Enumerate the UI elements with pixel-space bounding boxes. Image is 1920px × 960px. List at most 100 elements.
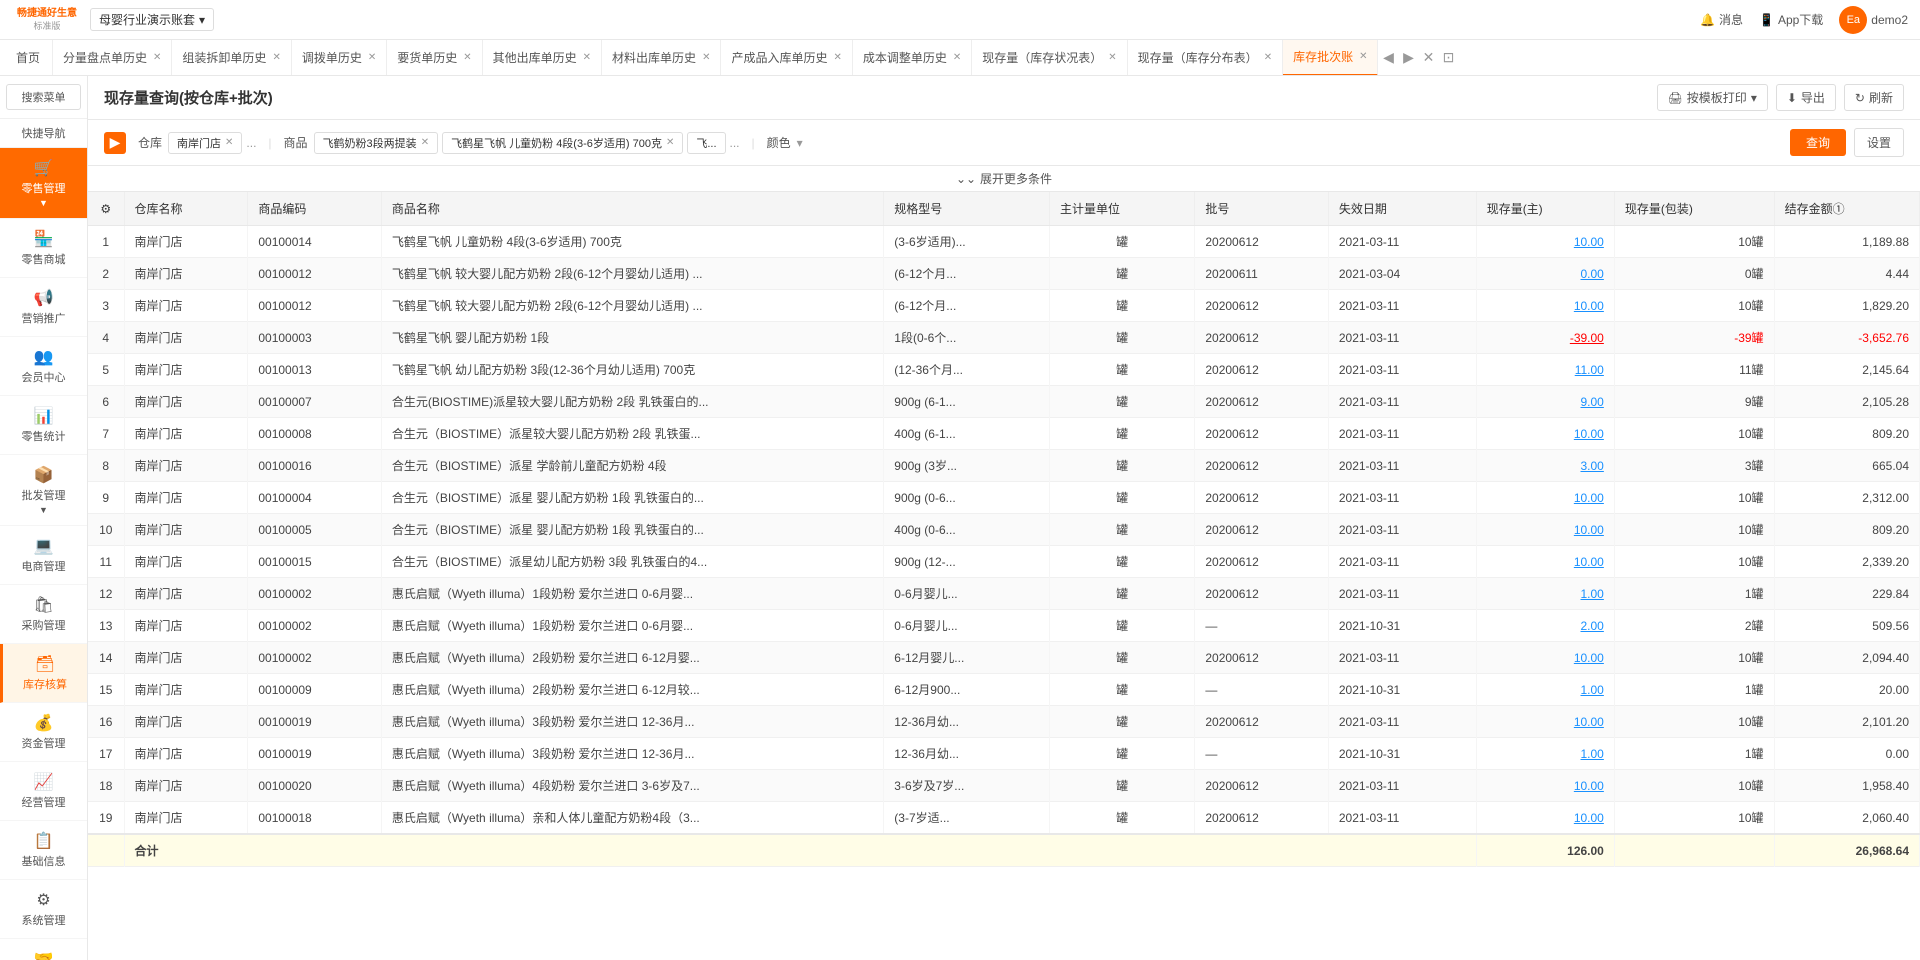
tab-chengben[interactable]: 成本调整单历史 ✕ <box>853 40 972 76</box>
app-download-action[interactable]: 📱 App下载 <box>1759 11 1823 28</box>
tab-fenpan[interactable]: 分量盘点单历史 ✕ <box>53 40 172 76</box>
close-icon[interactable]: ✕ <box>272 52 280 63</box>
col-unit: 主计量单位 <box>1049 192 1194 226</box>
close-icon[interactable]: ✕ <box>1108 52 1116 63</box>
quick-nav-button[interactable]: 快捷导航 <box>0 119 87 148</box>
sidebar-item-finance[interactable]: 💰 资金管理 <box>0 703 87 762</box>
sidebar-item-ecom[interactable]: 💻 电商管理 <box>0 526 87 585</box>
close-icon[interactable]: ✕ <box>368 52 376 63</box>
tag-remove-icon[interactable]: ✕ <box>666 137 674 148</box>
sidebar-item-wholesale[interactable]: 📦 批发管理 ▼ <box>0 455 87 526</box>
close-icon[interactable]: ✕ <box>583 52 591 63</box>
product-tag-more[interactable]: 飞... <box>687 132 725 154</box>
row-warehouse: 南岸门店 <box>124 258 248 290</box>
sidebar-item-operations[interactable]: 📈 经营管理 <box>0 762 87 821</box>
row-qty-main[interactable]: 2.00 <box>1476 610 1614 642</box>
row-qty-main[interactable]: 10.00 <box>1476 418 1614 450</box>
tab-cailiao[interactable]: 材料出库单历史 ✕ <box>602 40 721 76</box>
tab-kucun-pici[interactable]: 库存批次账 ✕ <box>1283 40 1378 76</box>
tab-qitachu[interactable]: 其他出库单历史 ✕ <box>483 40 602 76</box>
user-avatar-action[interactable]: Ea demo2 <box>1839 6 1908 34</box>
product-tag-1[interactable]: 飞鹤奶粉3段两提装 ✕ <box>314 132 439 154</box>
close-icon[interactable]: ✕ <box>833 52 841 63</box>
industry-selector[interactable]: 母婴行业演示账套 ▾ <box>90 8 214 31</box>
tab-nav-prev[interactable]: ◀ <box>1378 40 1398 76</box>
row-batch: 20200612 <box>1195 770 1328 802</box>
row-qty-main[interactable]: 11.00 <box>1476 354 1614 386</box>
arrow-icon: ▼ <box>39 505 48 515</box>
row-qty-main[interactable]: 10.00 <box>1476 482 1614 514</box>
tag-remove-icon[interactable]: ✕ <box>225 137 233 148</box>
refresh-button[interactable]: ↻ 刷新 <box>1844 84 1904 111</box>
expand-more-button[interactable]: ⌄⌄ 展开更多条件 <box>956 170 1052 187</box>
tab-kucun2[interactable]: 现存量（库存分布表）✕ <box>1128 40 1283 76</box>
row-qty-main[interactable]: 10.00 <box>1476 290 1614 322</box>
col-code: 商品编码 <box>248 192 381 226</box>
sidebar-item-marketing[interactable]: 📢 营销推广 <box>0 278 87 337</box>
row-qty-main[interactable]: 10.00 <box>1476 514 1614 546</box>
row-qty-main[interactable]: 9.00 <box>1476 386 1614 418</box>
setting-button[interactable]: 设置 <box>1854 128 1904 157</box>
query-button[interactable]: 查询 <box>1790 129 1846 156</box>
col-settings[interactable]: ⚙ <box>88 192 124 226</box>
row-qty-pkg: 10罐 <box>1614 226 1774 258</box>
row-qty-main[interactable]: 10.00 <box>1476 802 1614 835</box>
sidebar-item-retail-stats[interactable]: 📊 零售统计 <box>0 396 87 455</box>
retail-icon: 🛒 <box>34 158 54 178</box>
row-warehouse: 南岸门店 <box>124 322 248 354</box>
tab-nav-next[interactable]: ▶ <box>1398 40 1418 76</box>
tab-close-btn[interactable]: ✕ <box>1418 40 1438 76</box>
close-icon[interactable]: ✕ <box>702 52 710 63</box>
table-row: 11 南岸门店 00100015 合生元（BIOSTIME）派星幼儿配方奶粉 3… <box>88 546 1920 578</box>
row-qty-main[interactable]: 10.00 <box>1476 642 1614 674</box>
row-qty-main[interactable]: 3.00 <box>1476 450 1614 482</box>
tab-home[interactable]: 首页 <box>4 40 53 76</box>
warehouse-more[interactable]: ... <box>246 136 256 150</box>
search-menu-button[interactable]: 搜索菜单 <box>6 84 81 110</box>
row-qty-main[interactable]: 10.00 <box>1476 706 1614 738</box>
sidebar-item-retail-shop[interactable]: 🏪 零售商城 <box>0 219 87 278</box>
row-qty-main[interactable]: 1.00 <box>1476 674 1614 706</box>
row-qty-main[interactable]: 0.00 <box>1476 258 1614 290</box>
tab-tiaob[interactable]: 调拨单历史 ✕ <box>292 40 387 76</box>
row-warehouse: 南岸门店 <box>124 386 248 418</box>
filter-expand-button[interactable]: ▶ <box>104 132 126 154</box>
close-icon[interactable]: ✕ <box>1359 51 1367 62</box>
row-qty-main[interactable]: 10.00 <box>1476 546 1614 578</box>
tab-menu-btn[interactable]: ⊡ <box>1438 40 1458 76</box>
row-qty-main[interactable]: 10.00 <box>1476 770 1614 802</box>
export-button[interactable]: ⬇ 导出 <box>1776 84 1836 111</box>
close-icon[interactable]: ✕ <box>153 52 161 63</box>
sidebar-item-basic-info[interactable]: 📋 基础信息 <box>0 821 87 880</box>
close-icon[interactable]: ✕ <box>1264 52 1272 63</box>
tag-remove-icon[interactable]: ✕ <box>421 137 429 148</box>
product-tag-2[interactable]: 飞鹤星飞帆 儿童奶粉 4段(3-6岁适用) 700克 ✕ <box>442 132 683 154</box>
sidebar-item-retail-mgmt[interactable]: 🛒 零售管理 ▼ <box>0 148 87 219</box>
row-qty-main[interactable]: 10.00 <box>1476 226 1614 258</box>
row-index: 14 <box>88 642 124 674</box>
warehouse-tag-nanan[interactable]: 南岸门店 ✕ <box>168 132 242 154</box>
tab-yaohuo[interactable]: 要货单历史 ✕ <box>387 40 482 76</box>
tab-kucun1[interactable]: 现存量（库存状况表）✕ <box>972 40 1127 76</box>
col-warehouse: 仓库名称 <box>124 192 248 226</box>
row-qty-main[interactable]: -39.00 <box>1476 322 1614 354</box>
sidebar-item-member[interactable]: 👥 会员中心 <box>0 337 87 396</box>
tab-chanpin[interactable]: 产成品入库单历史 ✕ <box>721 40 852 76</box>
product-more-icon[interactable]: ... <box>730 136 740 150</box>
close-icon[interactable]: ✕ <box>953 52 961 63</box>
template-print-button[interactable]: 🖨 按模板打印 ▾ <box>1657 84 1768 111</box>
row-batch: 20200612 <box>1195 482 1328 514</box>
expand-bar: ⌄⌄ 展开更多条件 <box>88 166 1920 192</box>
row-qty-main[interactable]: 1.00 <box>1476 738 1614 770</box>
message-action[interactable]: 🔔 消息 <box>1700 11 1743 28</box>
tab-zuhe[interactable]: 组装拆卸单历史 ✕ <box>172 40 291 76</box>
row-qty-main[interactable]: 1.00 <box>1476 578 1614 610</box>
row-qty-pkg: 10罐 <box>1614 482 1774 514</box>
sidebar-item-collab[interactable]: 🤝 企业协同 <box>0 939 87 960</box>
row-spec: (6-12个月... <box>884 290 1050 322</box>
sidebar-item-system[interactable]: ⚙ 系统管理 <box>0 880 87 939</box>
sidebar-item-inventory[interactable]: 🗃 库存核算 <box>0 644 87 703</box>
table-row: 1 南岸门店 00100014 飞鹤星飞帆 儿童奶粉 4段(3-6岁适用) 70… <box>88 226 1920 258</box>
close-icon[interactable]: ✕ <box>463 52 471 63</box>
sidebar-item-purchase[interactable]: 🛍 采购管理 <box>0 585 87 644</box>
